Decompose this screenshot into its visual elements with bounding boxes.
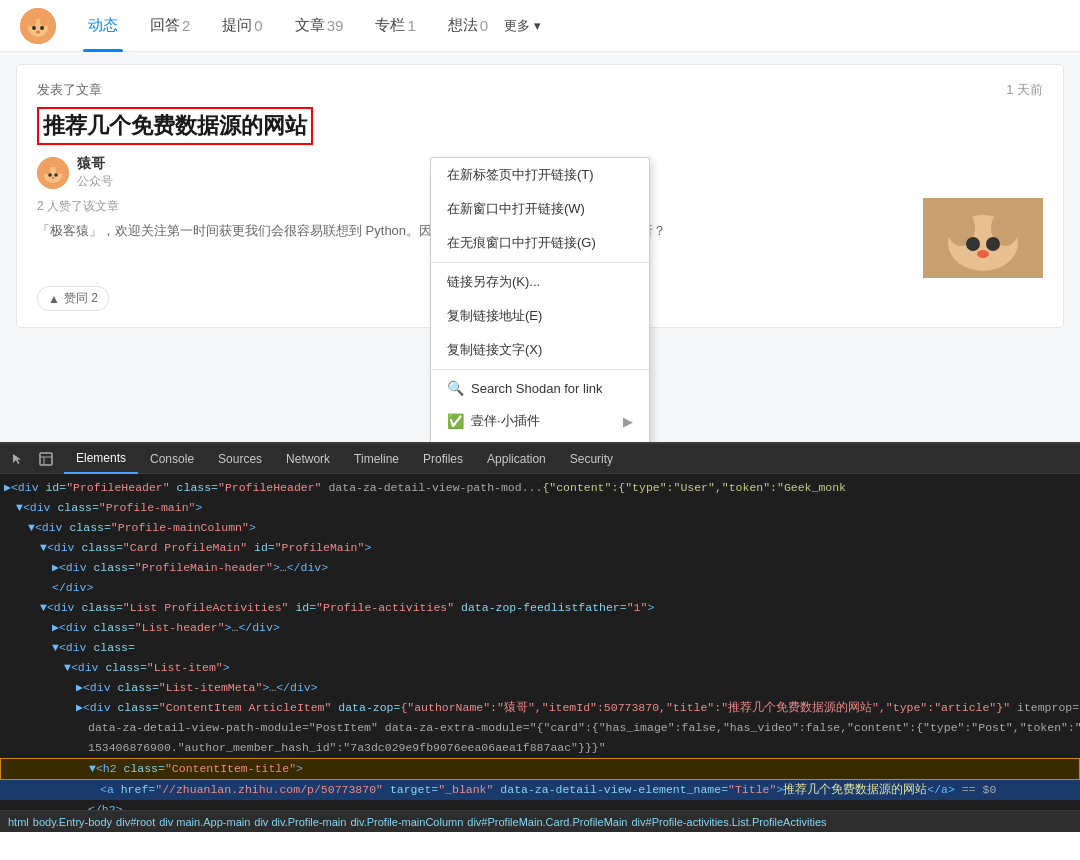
top-nav: 动态 回答 2 提问 0 文章 39 专栏 1 想法 0 更多 ▾ (0, 0, 1080, 52)
devtools-dom-content: ▶<div id="ProfileHeader" class="ProfileH… (0, 474, 1080, 810)
devtools-inspect-icon[interactable] (36, 449, 56, 469)
dom-line[interactable]: ▼<div class= (0, 638, 1080, 658)
svg-rect-21 (40, 453, 52, 465)
dom-line[interactable]: ▶<div class="List-header">…</div> (0, 618, 1080, 638)
author-name[interactable]: 猿哥 (77, 155, 113, 173)
article-time: 1 天前 (1006, 81, 1043, 99)
author-avatar (37, 157, 69, 189)
context-menu-shodan[interactable]: 🔍 Search Shodan for link (431, 372, 649, 404)
shodan-icon: 🔍 (447, 380, 463, 396)
dom-line[interactable]: </h2> (0, 800, 1080, 810)
tab-zhuanlan[interactable]: 专栏 1 (359, 0, 431, 52)
dom-line[interactable]: ▶<div id="ProfileHeader" class="ProfileH… (0, 478, 1080, 498)
devtools-breadcrumb: html body.Entry-body div#root div main.A… (0, 810, 1080, 832)
context-menu-open-new-window[interactable]: 在新窗口中打开链接(W) (431, 192, 649, 226)
nav-tabs: 动态 回答 2 提问 0 文章 39 专栏 1 想法 0 更多 ▾ (72, 0, 541, 52)
svg-point-19 (986, 237, 1000, 251)
context-menu: 在新标签页中打开链接(T) 在新窗口中打开链接(W) 在无痕窗口中打开链接(G)… (430, 157, 650, 442)
devtools-toolbar: Elements Console Sources Network Timelin… (0, 444, 1080, 474)
dom-line[interactable]: ▼<div class="Profile-mainColumn"> (0, 518, 1080, 538)
context-menu-sep-2 (431, 369, 649, 370)
context-menu-save-link[interactable]: 链接另存为(K)... (431, 265, 649, 299)
breadcrumb-html[interactable]: html (8, 816, 29, 828)
devtools-tab-profiles[interactable]: Profiles (411, 444, 475, 474)
article-meta: 发表了文章 1 天前 (37, 81, 1043, 99)
breadcrumb-body[interactable]: body.Entry-body (33, 816, 112, 828)
dom-line[interactable]: </div> (0, 578, 1080, 598)
devtools-tab-application[interactable]: Application (475, 444, 558, 474)
like-label: 赞同 2 (64, 290, 98, 307)
svg-point-4 (32, 26, 36, 30)
devtools-panel: Elements Console Sources Network Timelin… (0, 442, 1080, 832)
dom-line[interactable]: data-za-detail-view-path-module="PostIte… (0, 718, 1080, 738)
main-content: 发表了文章 1 天前 推荐几个免费数据源的网站 猿哥 公众号 (0, 52, 1080, 442)
dom-line[interactable]: ▼<div class="List ProfileActivities" id=… (0, 598, 1080, 618)
svg-point-2 (28, 17, 36, 27)
devtools-tab-security[interactable]: Security (558, 444, 625, 474)
author-info: 猿哥 公众号 (77, 155, 113, 190)
submenu-arrow: ▶ (623, 414, 633, 429)
svg-point-3 (40, 17, 48, 27)
devtools-tab-elements[interactable]: Elements (64, 444, 138, 474)
devtools-cursor-icon[interactable] (8, 449, 28, 469)
dom-line-a-selected[interactable]: <a href="//zhuanlan.zhihu.com/p/50773870… (0, 780, 1080, 800)
dom-line[interactable]: ▼<div class="List-item"> (0, 658, 1080, 678)
context-menu-yiban[interactable]: ✅ 壹伴·小插件 ▶ (431, 404, 649, 438)
breadcrumb-profile-main-card[interactable]: div#ProfileMain.Card.ProfileMain (467, 816, 627, 828)
tab-tiwenwen[interactable]: 提问 0 (206, 0, 278, 52)
svg-point-11 (48, 173, 52, 177)
breadcrumb-app-main[interactable]: div main.App-main (159, 816, 250, 828)
tab-more[interactable]: 更多 ▾ (504, 17, 541, 35)
dom-line[interactable]: 153406876900."author_member_hash_id":"7a… (0, 738, 1080, 758)
svg-point-10 (56, 166, 63, 174)
breadcrumb-main-col[interactable]: div.Profile-mainColumn (350, 816, 463, 828)
chevron-down-icon: ▾ (534, 18, 541, 33)
article-thumbnail (923, 198, 1043, 278)
like-button[interactable]: ▲ 赞同 2 (37, 286, 109, 311)
dom-line[interactable]: ▼<div class="Profile-main"> (0, 498, 1080, 518)
breadcrumb-activities[interactable]: div#Profile-activities.List.ProfileActiv… (632, 816, 827, 828)
dom-line[interactable]: ▼<div class="Card ProfileMain" id="Profi… (0, 538, 1080, 558)
devtools-tab-sources[interactable]: Sources (206, 444, 274, 474)
svg-point-13 (52, 177, 55, 179)
tab-huida[interactable]: 回答 2 (134, 0, 206, 52)
devtools-tab-console[interactable]: Console (138, 444, 206, 474)
svg-point-9 (44, 166, 51, 174)
author-tag: 公众号 (77, 173, 113, 190)
devtools-toolbar-icons (8, 449, 56, 469)
breadcrumb-root[interactable]: div#root (116, 816, 155, 828)
tab-dongtai[interactable]: 动态 (72, 0, 134, 52)
svg-point-20 (977, 250, 989, 258)
article-title[interactable]: 推荐几个免费数据源的网站 (37, 107, 313, 145)
dom-line[interactable]: ▶<div class="ContentItem ArticleItem" da… (0, 698, 1080, 718)
plugin-icon: ✅ (447, 413, 463, 429)
context-menu-copy-text[interactable]: 复制链接文字(X) (431, 333, 649, 367)
context-menu-qrcode[interactable]: ⊞ 将页面网址生成二维码 (431, 438, 649, 442)
devtools-tab-network[interactable]: Network (274, 444, 342, 474)
tab-xiangfa[interactable]: 想法 0 (432, 0, 504, 52)
breadcrumb-profile-main[interactable]: div div.Profile-main (254, 816, 346, 828)
context-menu-open-incognito[interactable]: 在无痕窗口中打开链接(G) (431, 226, 649, 260)
nav-avatar (20, 8, 56, 44)
thumbs-up-icon: ▲ (48, 292, 60, 306)
tab-wenzhang[interactable]: 文章 39 (279, 0, 360, 52)
svg-point-18 (966, 237, 980, 251)
article-action-label: 发表了文章 (37, 81, 102, 99)
dom-line-h2[interactable]: ▼<h2 class="ContentItem-title"> (0, 758, 1080, 780)
context-menu-copy-link[interactable]: 复制链接地址(E) (431, 299, 649, 333)
context-menu-sep-1 (431, 262, 649, 263)
devtools-tab-timeline[interactable]: Timeline (342, 444, 411, 474)
svg-point-5 (40, 26, 44, 30)
context-menu-open-new-tab[interactable]: 在新标签页中打开链接(T) (431, 158, 649, 192)
dom-line[interactable]: ▶<div class="List-itemMeta">…</div> (0, 678, 1080, 698)
svg-point-12 (54, 173, 58, 177)
svg-point-6 (36, 30, 40, 33)
dom-line[interactable]: ▶<div class="ProfileMain-header">…</div> (0, 558, 1080, 578)
